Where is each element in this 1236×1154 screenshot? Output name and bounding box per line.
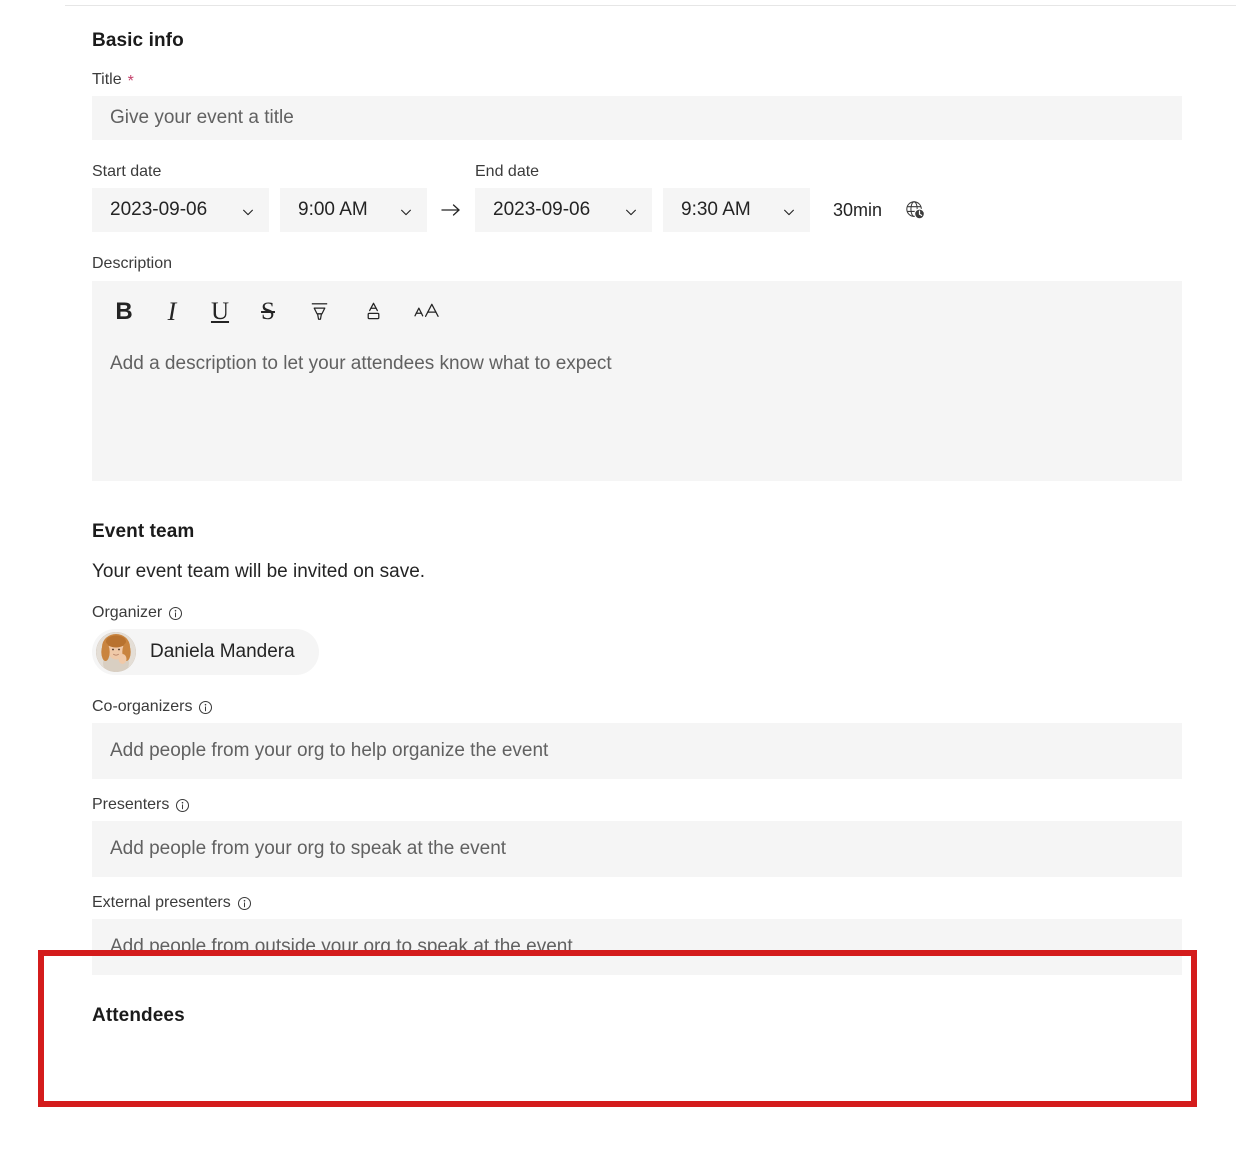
bold-icon: B (115, 297, 133, 325)
end-time-dropdown[interactable]: 9:30 AM (663, 188, 810, 233)
description-editor[interactable]: B I U S Add a description to let your at… (92, 280, 1182, 481)
co-organizers-label-text: Co-organizers (92, 697, 193, 715)
start-date-value: 2023-09-06 (110, 199, 208, 221)
start-time-group: 9:00 AM (280, 188, 427, 233)
required-asterisk-icon: * (127, 72, 134, 90)
strikethrough-button[interactable]: S (244, 290, 292, 334)
organizer-label-text: Organizer (92, 603, 163, 621)
presenters-label: Presenters (92, 795, 1182, 814)
title-input-placeholder: Give your event a title (110, 107, 294, 129)
title-input[interactable]: Give your event a title (92, 96, 1182, 141)
presenters-label-text: Presenters (92, 795, 170, 813)
external-presenters-label-text: External presenters (92, 894, 231, 912)
co-organizers-label: Co-organizers (92, 697, 1182, 716)
chevron-down-icon (624, 203, 638, 217)
font-color-icon (361, 299, 386, 324)
globe-clock-icon[interactable] (893, 188, 926, 232)
presenters-input[interactable]: Add people from your org to speak at the… (92, 821, 1182, 878)
bold-button[interactable]: B (100, 290, 148, 334)
info-icon[interactable] (168, 606, 183, 621)
external-presenters-placeholder: Add people from outside your org to spea… (110, 936, 573, 958)
highlight-button[interactable] (292, 290, 346, 334)
title-field-label: Title * (92, 70, 1182, 89)
start-date-label: Start date (92, 163, 162, 181)
date-range-arrow-icon (438, 188, 464, 232)
description-input[interactable]: Add a description to let your attendees … (92, 343, 1182, 481)
description-label: Description (92, 255, 173, 273)
chevron-down-icon (782, 203, 796, 217)
duration-label: 30min (833, 199, 883, 220)
underline-icon: U (210, 298, 230, 326)
external-presenters-input[interactable]: Add people from outside your org to spea… (92, 919, 1182, 976)
start-time-dropdown[interactable]: 9:00 AM (280, 188, 427, 233)
section-heading-basic-info: Basic info (92, 30, 184, 51)
co-organizers-input[interactable]: Add people from your org to help organiz… (92, 722, 1182, 779)
chevron-down-icon (399, 203, 413, 217)
italic-button[interactable]: I (148, 290, 196, 334)
info-icon[interactable] (175, 798, 190, 813)
end-date-value: 2023-09-06 (493, 199, 591, 221)
start-date-dropdown[interactable]: 2023-09-06 (92, 188, 269, 233)
event-form: Basic info Title * Give your event a tit… (0, 0, 1236, 1045)
organizer-person-pill[interactable]: Daniela Mandera (92, 628, 319, 675)
end-date-label: End date (475, 163, 540, 181)
highlighter-icon (307, 299, 332, 324)
external-presenters-label: External presenters (92, 893, 1182, 912)
section-heading-attendees: Attendees (92, 1005, 185, 1027)
description-toolbar: B I U S (92, 281, 1182, 343)
organizer-name: Daniela Mandera (150, 640, 295, 662)
start-date-group: Start date 2023-09-06 (92, 162, 269, 233)
strikethrough-icon: S (261, 298, 275, 326)
date-time-row: Start date 2023-09-06 9:00 AM End date 2… (92, 162, 1182, 233)
avatar (96, 631, 136, 672)
end-time-value: 9:30 AM (681, 199, 751, 221)
description-placeholder: Add a description to let your attendees … (110, 352, 612, 374)
underline-button[interactable]: U (196, 290, 244, 334)
font-size-button[interactable] (400, 290, 454, 334)
end-date-group: End date 2023-09-06 (475, 162, 652, 233)
presenters-placeholder: Add people from your org to speak at the… (110, 838, 507, 860)
end-date-dropdown[interactable]: 2023-09-06 (475, 188, 652, 233)
info-icon[interactable] (237, 896, 252, 911)
title-label-text: Title (92, 71, 122, 88)
font-color-button[interactable] (346, 290, 400, 334)
italic-icon: I (167, 296, 177, 326)
info-icon[interactable] (198, 700, 213, 715)
end-time-group: 9:30 AM (663, 188, 810, 233)
event-team-subtitle: Your event team will be invited on save. (92, 560, 426, 582)
co-organizers-placeholder: Add people from your org to help organiz… (110, 739, 549, 761)
font-size-icon (413, 299, 442, 324)
chevron-down-icon (241, 203, 255, 217)
organizer-label: Organizer (92, 603, 1182, 622)
section-heading-event-team: Event team (92, 520, 195, 542)
start-time-value: 9:00 AM (298, 199, 368, 221)
